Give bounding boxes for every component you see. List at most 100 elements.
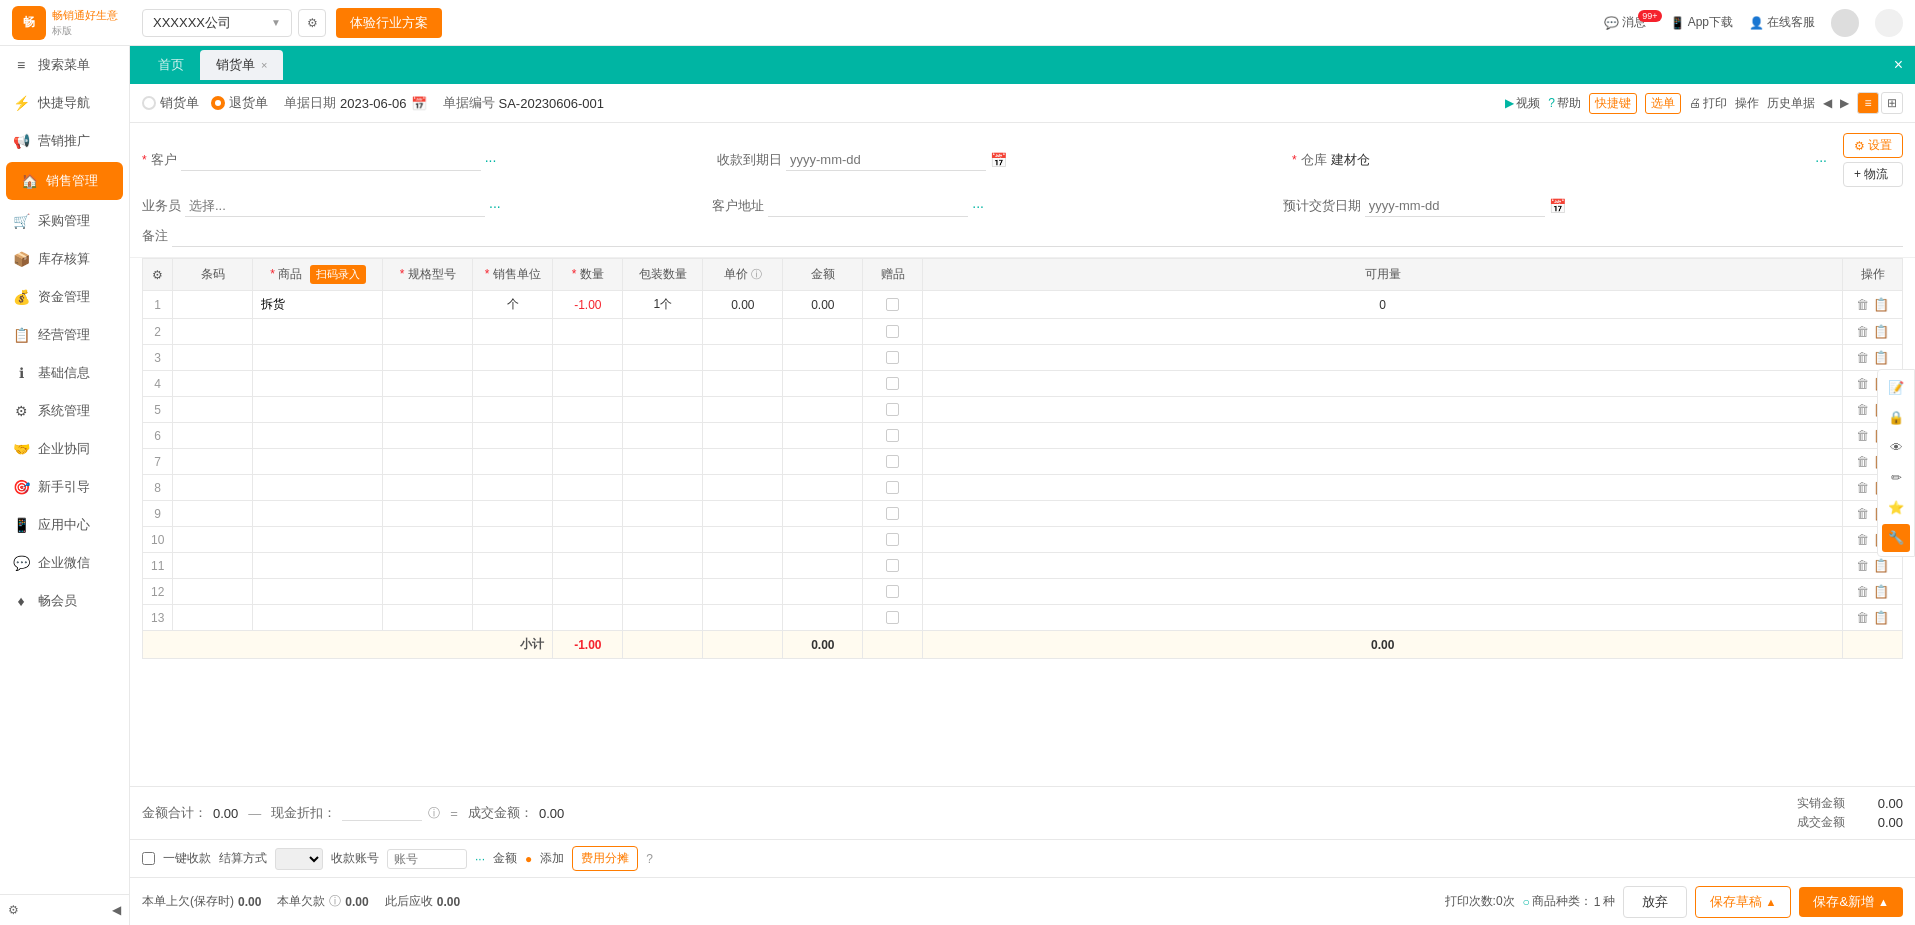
row-product[interactable] (253, 397, 383, 423)
address-dots-icon[interactable]: ··· (972, 198, 984, 214)
row-product[interactable] (253, 475, 383, 501)
warehouse-dots-icon[interactable]: ··· (1815, 152, 1827, 168)
delete-icon[interactable]: 🗑 (1856, 324, 1869, 339)
row-barcode[interactable] (173, 579, 253, 605)
row-barcode[interactable] (173, 449, 253, 475)
copy-icon[interactable]: 📋 (1873, 584, 1889, 599)
sidebar-item-marketing[interactable]: 📢 营销推广 (0, 122, 129, 160)
row-spec[interactable] (383, 345, 473, 371)
row-gift[interactable] (863, 475, 923, 501)
row-product[interactable] (253, 579, 383, 605)
cash-discount-input[interactable] (342, 805, 422, 821)
row-gift[interactable] (863, 397, 923, 423)
company-selector[interactable]: XXXXXX公司 ▼ (142, 9, 292, 37)
row-gift[interactable] (863, 527, 923, 553)
logistics-btn[interactable]: + 物流 (1843, 162, 1903, 187)
row-unit[interactable] (473, 605, 553, 631)
row-amount[interactable] (783, 371, 863, 397)
sidebar-item-search[interactable]: ≡ 搜索菜单 (0, 46, 129, 84)
tab-sales-order[interactable]: 销货单 × (200, 50, 283, 80)
row-price[interactable] (703, 449, 783, 475)
row-qty[interactable] (553, 397, 623, 423)
online-service-btn[interactable]: 👤 在线客服 (1749, 14, 1815, 31)
sidebar-item-operations[interactable]: 📋 经营管理 (0, 316, 129, 354)
row-product[interactable] (253, 553, 383, 579)
row-price[interactable] (703, 605, 783, 631)
row-barcode[interactable] (173, 475, 253, 501)
row-product[interactable] (253, 501, 383, 527)
sidebar-item-purchase[interactable]: 🛒 采购管理 (0, 202, 129, 240)
row-packqty[interactable] (623, 449, 703, 475)
trial-button[interactable]: 体验行业方案 (336, 8, 442, 38)
row-unit[interactable] (473, 371, 553, 397)
row-unit[interactable] (473, 423, 553, 449)
customer-address-input[interactable] (768, 195, 968, 217)
delete-icon[interactable]: 🗑 (1856, 350, 1869, 365)
save-draft-btn[interactable]: 保存草稿 ▲ (1695, 886, 1792, 918)
select-btn[interactable]: 选单 (1645, 93, 1681, 114)
row-packqty[interactable] (623, 423, 703, 449)
copy-icon[interactable]: 📋 (1873, 297, 1889, 312)
row-gift[interactable] (863, 291, 923, 319)
own-info-icon[interactable]: ⓘ (329, 893, 341, 910)
row-price[interactable] (703, 371, 783, 397)
row-packqty[interactable] (623, 553, 703, 579)
row-spec[interactable] (383, 371, 473, 397)
sidebar-item-inventory[interactable]: 📦 库存核算 (0, 240, 129, 278)
row-price[interactable] (703, 475, 783, 501)
row-amount[interactable] (783, 397, 863, 423)
float-star-btn[interactable]: ⭐ (1882, 494, 1910, 522)
row-price[interactable] (703, 527, 783, 553)
row-product[interactable] (253, 449, 383, 475)
add-btn[interactable]: 添加 (540, 850, 564, 867)
row-packqty[interactable] (623, 475, 703, 501)
salesperson-dots-icon[interactable]: ··· (489, 198, 501, 214)
help-btn[interactable]: ? 帮助 (1548, 95, 1581, 112)
list-view-btn-1[interactable]: ≡ (1857, 92, 1879, 114)
delete-icon[interactable]: 🗑 (1856, 532, 1869, 547)
history-btn[interactable]: 历史单据 (1767, 95, 1815, 112)
row-spec[interactable] (383, 475, 473, 501)
row-qty[interactable] (553, 475, 623, 501)
row-spec[interactable] (383, 501, 473, 527)
row-gift[interactable] (863, 553, 923, 579)
row-gift[interactable] (863, 449, 923, 475)
row-spec[interactable] (383, 423, 473, 449)
row-product[interactable] (253, 605, 383, 631)
row-price[interactable] (703, 397, 783, 423)
delete-icon[interactable]: 🗑 (1856, 610, 1869, 625)
row-price[interactable] (703, 423, 783, 449)
row-unit[interactable] (473, 579, 553, 605)
row-barcode[interactable] (173, 501, 253, 527)
copy-icon[interactable]: 📋 (1873, 350, 1889, 365)
float-edit-btn[interactable]: ✏ (1882, 464, 1910, 492)
expected-date-input[interactable] (1365, 195, 1545, 217)
row-barcode[interactable] (173, 553, 253, 579)
row-gift[interactable] (863, 579, 923, 605)
row-amount[interactable] (783, 527, 863, 553)
delete-icon[interactable]: 🗑 (1856, 558, 1869, 573)
operate-btn[interactable]: 操作 (1735, 95, 1759, 112)
video-btn[interactable]: ▶ 视频 (1505, 95, 1540, 112)
sidebar-item-quick-nav[interactable]: ⚡ 快捷导航 (0, 84, 129, 122)
row-qty[interactable] (553, 449, 623, 475)
row-spec[interactable] (383, 291, 473, 319)
nav-prev-icon[interactable]: ◀ (1823, 96, 1832, 110)
row-qty[interactable] (553, 527, 623, 553)
row-gift[interactable] (863, 501, 923, 527)
settings-gear-btn[interactable]: ⚙ (298, 9, 326, 37)
row-gift[interactable] (863, 319, 923, 345)
salesperson-input[interactable] (185, 195, 485, 217)
expense-split-btn[interactable]: 费用分摊 (572, 846, 638, 871)
row-qty[interactable] (553, 553, 623, 579)
row-barcode[interactable] (173, 605, 253, 631)
row-amount[interactable] (783, 501, 863, 527)
row-gift[interactable] (863, 605, 923, 631)
row-amount[interactable] (783, 449, 863, 475)
row-product[interactable] (253, 527, 383, 553)
scan-btn[interactable]: 扫码录入 (310, 265, 366, 284)
tab-bar-close-icon[interactable]: × (1894, 56, 1903, 74)
radio-return-order[interactable]: 退货单 (211, 94, 268, 112)
row-amount[interactable] (783, 475, 863, 501)
row-spec[interactable] (383, 579, 473, 605)
